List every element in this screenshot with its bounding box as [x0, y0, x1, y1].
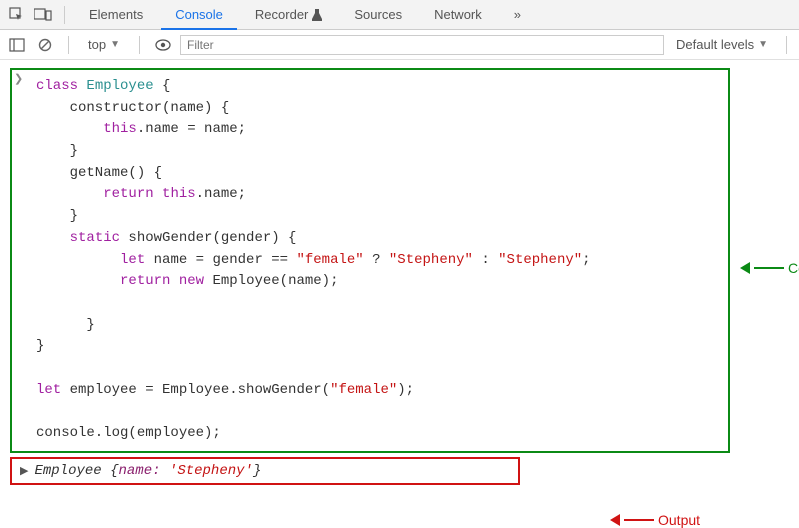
live-expression-icon[interactable] — [152, 34, 174, 56]
filter-input[interactable] — [180, 35, 664, 55]
output-value: 'Stepheny' — [169, 463, 253, 479]
annotation-code: Code — [740, 260, 799, 276]
expand-triangle-icon[interactable]: ▶ — [20, 464, 28, 478]
annotation-output: Output — [610, 512, 700, 528]
chevron-down-icon: ▼ — [110, 39, 120, 50]
chevron-down-icon: ▼ — [758, 39, 768, 50]
context-label: top — [88, 37, 106, 52]
console-body: ❯ class Employee { constructor(name) { t… — [0, 60, 799, 493]
output-key: name: — [119, 463, 161, 479]
log-levels-selector[interactable]: Default levels ▼ — [670, 37, 774, 52]
console-toolbar: top ▼ Default levels ▼ — [0, 30, 799, 60]
device-toggle-icon[interactable] — [32, 4, 54, 26]
tab-sources[interactable]: Sources — [340, 0, 416, 30]
separator — [68, 36, 69, 54]
flask-icon — [312, 9, 322, 21]
sidebar-toggle-icon[interactable] — [6, 34, 28, 56]
code-region[interactable]: class Employee { constructor(name) { thi… — [10, 68, 730, 453]
separator — [139, 36, 140, 54]
output-region[interactable]: ▶ Employee {name: 'Stepheny'} — [10, 457, 520, 485]
tab-network[interactable]: Network — [420, 0, 496, 30]
clear-console-icon[interactable] — [34, 34, 56, 56]
inspect-icon[interactable] — [6, 4, 28, 26]
separator — [786, 36, 787, 54]
devtools-tabbar: Elements Console Recorder Sources Networ… — [0, 0, 799, 30]
tab-console[interactable]: Console — [161, 0, 237, 30]
tab-more[interactable]: » — [500, 0, 535, 30]
input-caret-icon: ❯ — [14, 72, 23, 85]
separator — [64, 6, 65, 24]
tab-recorder[interactable]: Recorder — [241, 0, 336, 30]
context-selector[interactable]: top ▼ — [81, 34, 127, 55]
output-type: Employee — [34, 463, 101, 479]
log-levels-label: Default levels — [676, 37, 754, 52]
tab-elements[interactable]: Elements — [75, 0, 157, 30]
